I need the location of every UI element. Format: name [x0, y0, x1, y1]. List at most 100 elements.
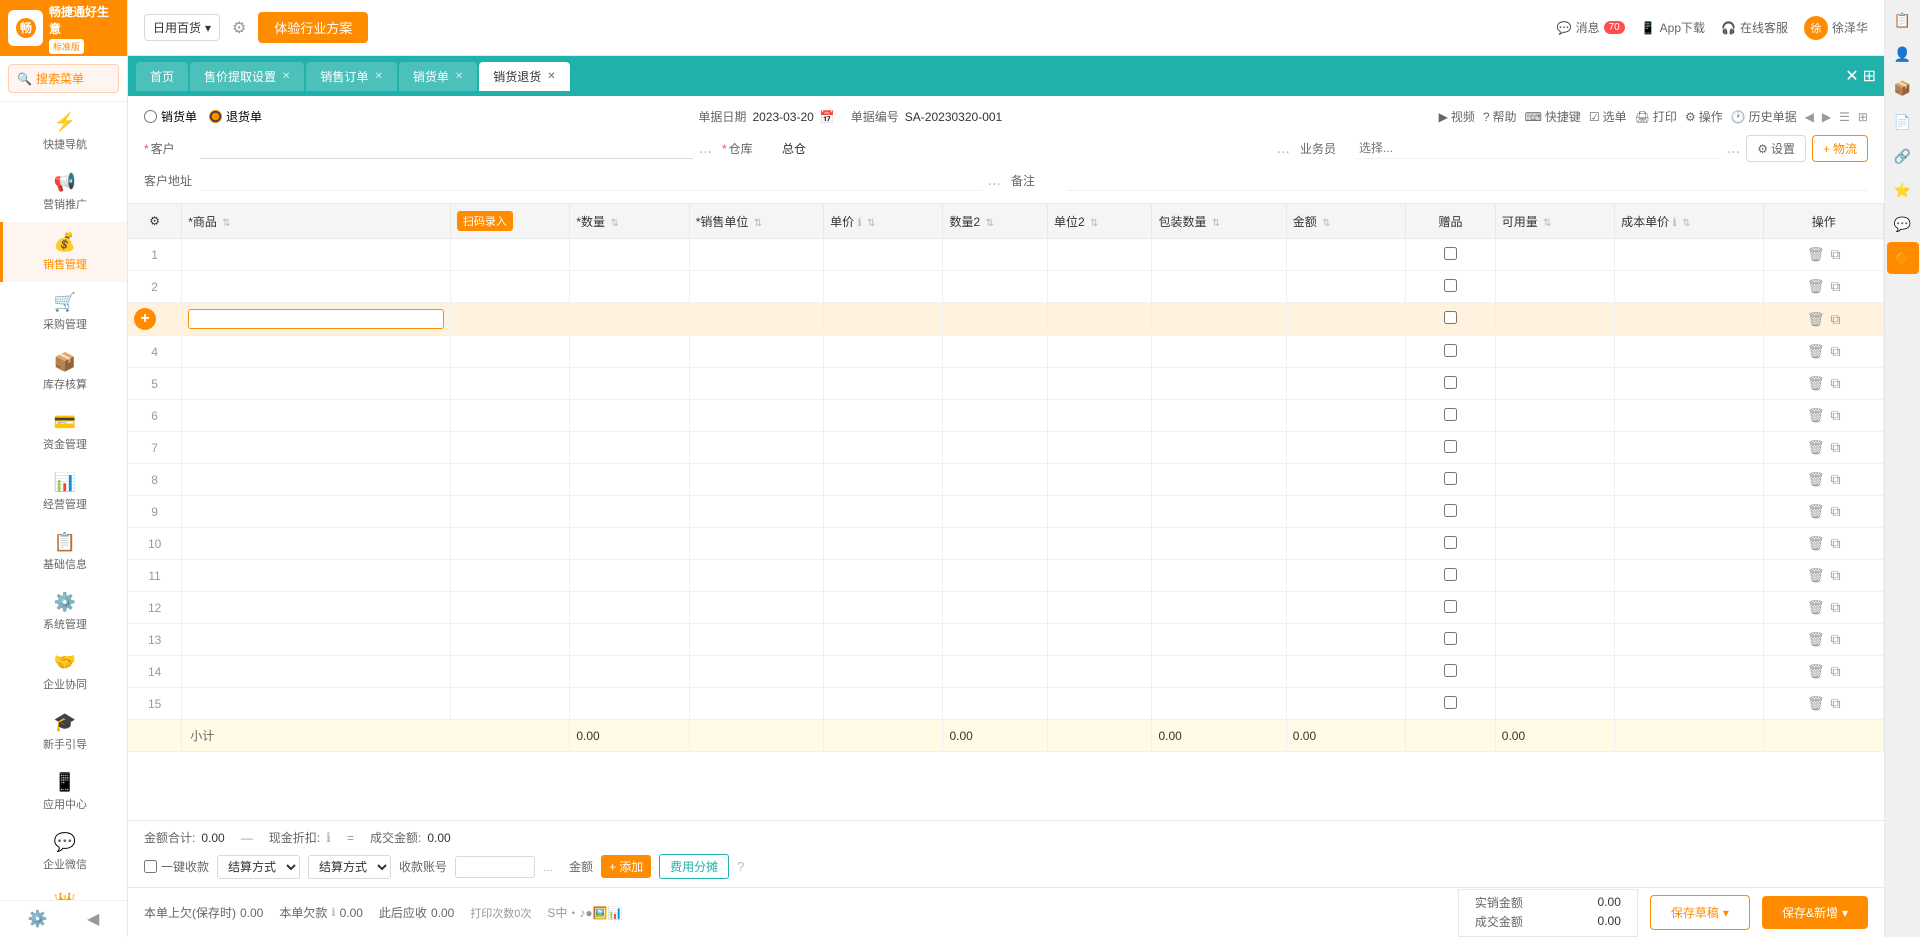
customer-input[interactable] — [200, 138, 693, 159]
price-cell-1[interactable] — [824, 239, 943, 271]
gift-check-2[interactable] — [1444, 279, 1457, 292]
delete-icon-14[interactable]: 🗑 — [1807, 663, 1825, 680]
sort-cost-icon[interactable]: ⇅ — [1682, 218, 1690, 229]
sort-qty2-icon[interactable]: ⇅ — [986, 218, 994, 229]
delete-icon-11[interactable]: 🗑 — [1807, 567, 1825, 584]
right-panel-doc-icon[interactable]: 📋 — [1887, 4, 1919, 36]
delete-icon-10[interactable]: 🗑 — [1807, 535, 1825, 552]
sidebar-item-appstore[interactable]: 📱 应用中心 — [0, 762, 127, 822]
tab-sales[interactable]: 销货单 ✕ — [399, 62, 477, 91]
right-panel-chat-icon[interactable]: 💬 — [1887, 208, 1919, 240]
toolbar-video[interactable]: ▶ 视频 — [1439, 108, 1475, 125]
sort-unit2-icon[interactable]: ⇅ — [1090, 218, 1098, 229]
amount-cell-1[interactable] — [1286, 239, 1405, 271]
logistics-btn[interactable]: + 物流 — [1812, 135, 1868, 162]
tab-close-price-settings[interactable]: ✕ — [282, 71, 290, 82]
cost-cell-1[interactable] — [1615, 239, 1764, 271]
delete-icon-6[interactable]: 🗑 — [1807, 407, 1825, 424]
sidebar-item-sales[interactable]: 💰 销售管理 — [0, 222, 127, 282]
delete-icon-4[interactable]: 🗑 — [1807, 343, 1825, 360]
save-new-btn[interactable]: 保存&新增 ▾ — [1762, 896, 1868, 929]
copy-icon-13[interactable]: ⧉ — [1831, 631, 1841, 648]
amount-cell-2[interactable] — [1286, 271, 1405, 303]
qty-cell-1[interactable] — [570, 239, 689, 271]
copy-icon-1[interactable]: ⧉ — [1831, 246, 1841, 263]
sidebar-item-finance[interactable]: 💳 资金管理 — [0, 402, 127, 462]
qty2-cell-1[interactable] — [943, 239, 1047, 271]
col-settings-icon[interactable]: ⚙ — [149, 214, 160, 228]
product-cell-2[interactable] — [182, 271, 451, 303]
price-help-icon[interactable]: ℹ — [857, 217, 861, 229]
toolbar-help[interactable]: ? 帮助 — [1483, 108, 1517, 125]
toolbar-select[interactable]: ☑ 选单 — [1589, 108, 1627, 125]
sort-available-icon[interactable]: ⇅ — [1543, 218, 1551, 229]
account-dots[interactable]: ... — [543, 860, 553, 874]
qty2-cell-3[interactable] — [943, 303, 1047, 336]
toolbar-print[interactable]: 🖨 打印 — [1635, 108, 1677, 125]
address-input[interactable] — [200, 170, 982, 191]
copy-icon-11[interactable]: ⧉ — [1831, 567, 1841, 584]
sidebar-item-purchase[interactable]: 🛒 采购管理 — [0, 282, 127, 342]
right-panel-star-icon[interactable]: ⭐ — [1887, 174, 1919, 206]
sidebar-item-basic-info[interactable]: 📋 基础信息 — [0, 522, 127, 582]
cash-discount-help-icon[interactable]: ℹ — [326, 830, 331, 846]
user-profile-item[interactable]: 徐 徐泽华 — [1804, 16, 1868, 40]
copy-icon-3[interactable]: ⧉ — [1831, 311, 1841, 328]
copy-icon-7[interactable]: ⧉ — [1831, 439, 1841, 456]
delete-icon-8[interactable]: 🗑 — [1807, 471, 1825, 488]
app-download-item[interactable]: 📱 App下载 — [1641, 19, 1705, 36]
delete-icon-13[interactable]: 🗑 — [1807, 631, 1825, 648]
delete-icon-7[interactable]: 🗑 — [1807, 439, 1825, 456]
gift-check-4[interactable] — [1444, 344, 1457, 357]
delete-icon-12[interactable]: 🗑 — [1807, 599, 1825, 616]
sidebar-item-system[interactable]: ⚙️ 系统管理 — [0, 582, 127, 642]
product-input-3[interactable] — [188, 309, 444, 329]
radio-return-input[interactable] — [209, 110, 222, 123]
copy-icon-9[interactable]: ⧉ — [1831, 503, 1841, 520]
copy-icon-8[interactable]: ⧉ — [1831, 471, 1841, 488]
delete-icon-5[interactable]: 🗑 — [1807, 375, 1825, 392]
sidebar-item-guide[interactable]: 🎓 新手引导 — [0, 702, 127, 762]
pkg-cell-2[interactable] — [1152, 271, 1286, 303]
tab-close-sales-return[interactable]: ✕ — [547, 71, 555, 82]
settings-btn[interactable]: ⚙ 设置 — [1746, 135, 1806, 162]
right-panel-link-icon[interactable]: 🔗 — [1887, 140, 1919, 172]
save-draft-btn[interactable]: 保存草稿 ▾ — [1650, 895, 1750, 930]
experience-btn[interactable]: 体验行业方案 — [258, 12, 368, 43]
pkg-cell-3[interactable] — [1152, 303, 1286, 336]
sort-pkg-icon[interactable]: ⇅ — [1212, 218, 1220, 229]
online-service-item[interactable]: 🎧 在线客服 — [1721, 19, 1788, 36]
delete-icon-2[interactable]: 🗑 — [1807, 278, 1825, 295]
gift-check-3[interactable] — [1444, 311, 1457, 324]
qty-cell-2[interactable] — [570, 271, 689, 303]
nav-next-icon[interactable]: ▶ — [1822, 110, 1831, 124]
sidebar-item-quick-nav[interactable]: ⚡ 快捷导航 — [0, 102, 127, 162]
sidebar-item-enterprise[interactable]: 🤝 企业协同 — [0, 642, 127, 702]
unit2-cell-1[interactable] — [1047, 239, 1151, 271]
settings-bottom-icon[interactable]: ⚙️ — [28, 909, 48, 929]
toolbar-operate[interactable]: ⚙ 操作 — [1685, 108, 1723, 125]
nav-prev-icon[interactable]: ◀ — [1805, 110, 1814, 124]
salesman-input[interactable] — [1356, 138, 1721, 159]
maximize-icon[interactable]: ⊞ — [1863, 66, 1876, 86]
add-amount-btn[interactable]: + 添加 — [601, 855, 651, 878]
amount-cell-3[interactable] — [1286, 303, 1405, 336]
unit-cell-1[interactable] — [689, 239, 823, 271]
copy-icon-6[interactable]: ⧉ — [1831, 407, 1841, 424]
toolbar-shortcuts[interactable]: ⌨ 快捷键 — [1525, 108, 1581, 125]
right-panel-box-icon[interactable]: 📦 — [1887, 72, 1919, 104]
delete-icon-1[interactable]: 🗑 — [1807, 246, 1825, 263]
copy-icon-14[interactable]: ⧉ — [1831, 663, 1841, 680]
sort-price-icon[interactable]: ⇅ — [867, 218, 875, 229]
cost-cell-2[interactable] — [1615, 271, 1764, 303]
view-list-icon[interactable]: ☰ — [1839, 110, 1850, 124]
tab-home[interactable]: 首页 — [136, 62, 188, 91]
sidebar-item-marketing[interactable]: 📢 营销推广 — [0, 162, 127, 222]
available-cell-1[interactable] — [1495, 239, 1614, 271]
radio-return[interactable]: 退货单 — [209, 108, 262, 125]
copy-icon-5[interactable]: ⧉ — [1831, 375, 1841, 392]
radio-sales-input[interactable] — [144, 110, 157, 123]
delete-icon-9[interactable]: 🗑 — [1807, 503, 1825, 520]
add-row-btn[interactable]: + — [134, 308, 156, 330]
delete-icon-15[interactable]: 🗑 — [1807, 695, 1825, 712]
